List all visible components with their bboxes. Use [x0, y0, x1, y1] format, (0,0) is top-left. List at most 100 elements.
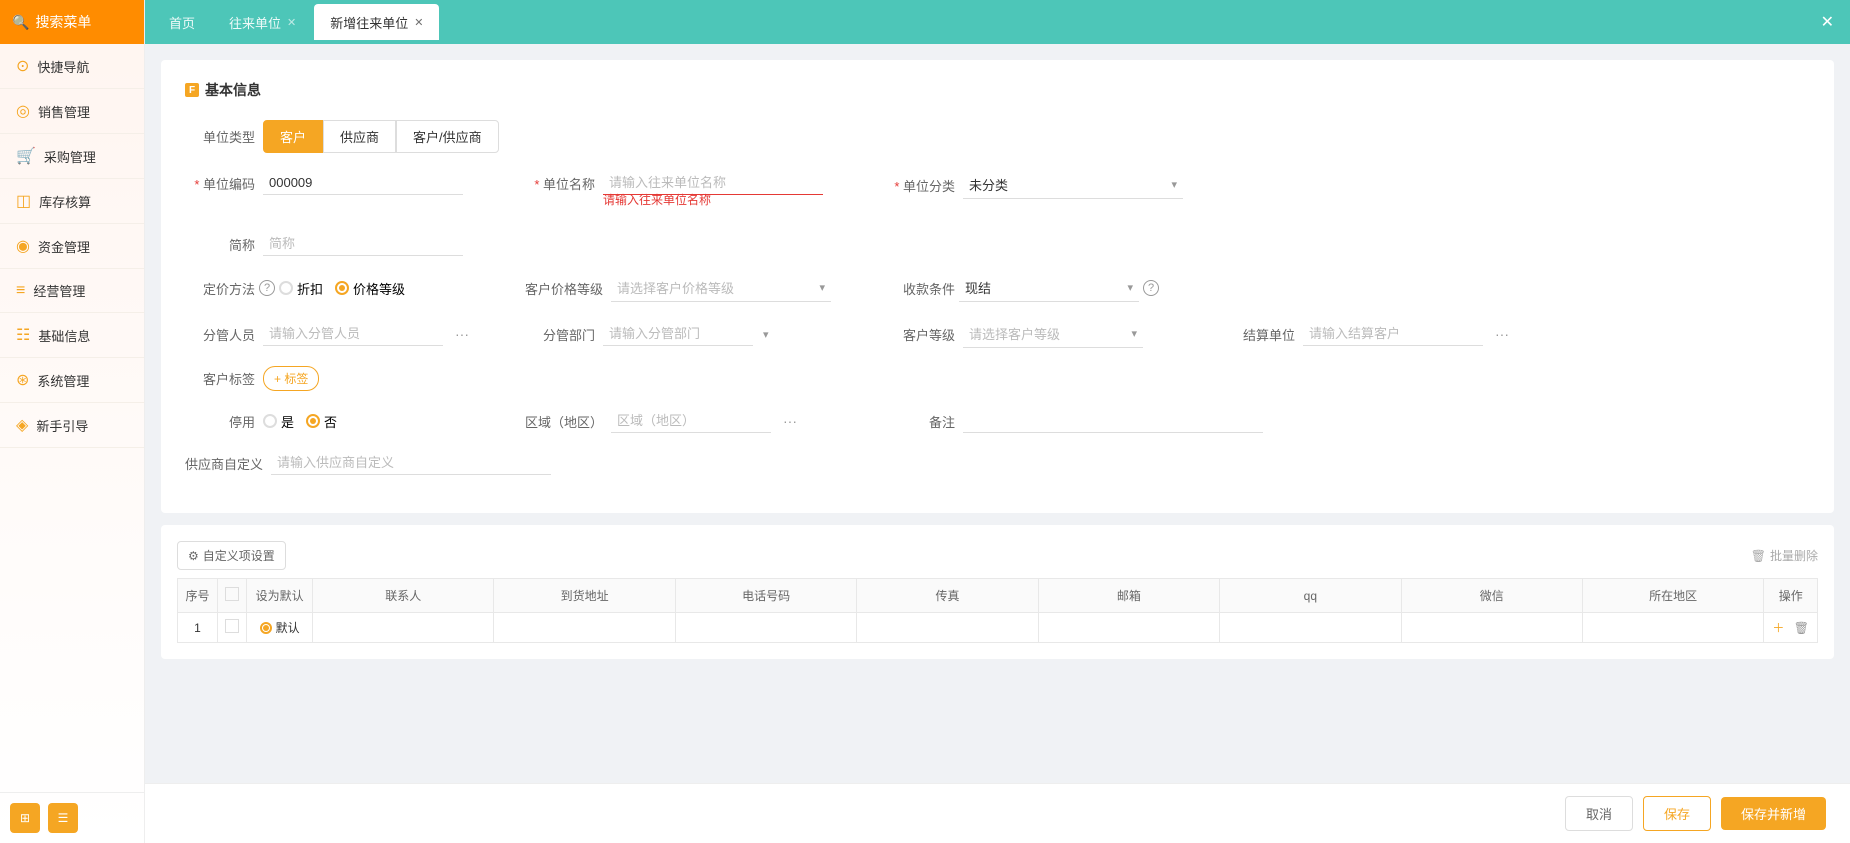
area-input-table[interactable]: [1589, 621, 1757, 635]
sidebar-item-purchase[interactable]: 🛒 采购管理: [0, 134, 144, 179]
address-input[interactable]: [500, 621, 668, 635]
supplier-custom-input[interactable]: [271, 451, 551, 475]
close-all-tabs[interactable]: ✕: [1813, 8, 1842, 36]
basic-info-icon: ☷: [16, 325, 30, 345]
department-label: 分管部门: [525, 325, 595, 344]
disabled-field: 停用 是 否: [185, 412, 525, 431]
sidebar-item-sales[interactable]: ◎ 销售管理: [0, 89, 144, 134]
batch-delete-button[interactable]: 🗑 批量删除: [1751, 547, 1818, 564]
wechat-input[interactable]: [1408, 621, 1576, 635]
sidebar-item-label: 系统管理: [37, 371, 89, 390]
cell-phone[interactable]: [675, 613, 856, 643]
save-button[interactable]: 保存: [1643, 796, 1711, 831]
manager-input[interactable]: [263, 322, 443, 346]
radio-price-level[interactable]: 价格等级: [335, 279, 405, 298]
add-row-icon[interactable]: ＋: [1772, 621, 1784, 635]
custom-settings-button[interactable]: ⚙ 自定义项设置: [177, 541, 286, 570]
remark-input[interactable]: [963, 409, 1263, 433]
unit-type-customer[interactable]: 客户: [263, 120, 323, 153]
contacts-table: 序号 设为默认 联系人 到货地址 电话号码 传真 邮箱 qq 微信 所在地区 操…: [177, 578, 1818, 643]
unit-category-select[interactable]: 未分类 ▾: [963, 171, 1183, 199]
row-checkbox[interactable]: [225, 619, 239, 633]
unit-code-field: 单位编码: [185, 171, 525, 195]
sidebar-item-system[interactable]: ⊛ 系统管理: [0, 358, 144, 403]
contact-input[interactable]: [319, 621, 487, 635]
cell-fax[interactable]: [857, 613, 1038, 643]
unit-type-both[interactable]: 客户/供应商: [396, 120, 499, 153]
section-title-icon: F: [185, 83, 199, 97]
cell-area[interactable]: [1582, 613, 1763, 643]
row-tag: 客户标签 + 标签: [185, 366, 1810, 391]
delete-row-icon[interactable]: 🗑: [1794, 621, 1809, 635]
department-field: 分管部门 ▾: [525, 322, 885, 346]
department-input[interactable]: [603, 322, 753, 346]
row-manager: 分管人员 ··· 分管部门 ▾ 客户等级 请选择客户等级 ▾: [185, 320, 1810, 348]
customer-price-level-select[interactable]: 请选择客户价格等级 ▾: [611, 274, 831, 302]
tab-new-partner[interactable]: 新增往来单位 ✕: [314, 4, 439, 40]
short-name-input[interactable]: [263, 232, 463, 256]
settlement-input[interactable]: [1303, 322, 1483, 346]
pricing-help-icon[interactable]: ?: [259, 280, 275, 296]
cancel-button[interactable]: 取消: [1565, 796, 1633, 831]
unit-type-supplier[interactable]: 供应商: [323, 120, 396, 153]
search-menu[interactable]: 🔍 搜索菜单: [0, 0, 144, 44]
area-input[interactable]: [611, 409, 771, 433]
radio-discount-label: 折扣: [297, 279, 323, 298]
tag-field: 客户标签 + 标签: [185, 366, 525, 391]
email-input[interactable]: [1045, 621, 1213, 635]
tab-home[interactable]: 首页: [153, 4, 211, 40]
short-name-label: 简称: [185, 235, 255, 254]
radio-discount[interactable]: 折扣: [279, 279, 323, 298]
sidebar-item-operations[interactable]: ≡ 经营管理: [0, 269, 144, 313]
add-tag-label: + 标签: [274, 370, 308, 387]
cell-default: 默认: [247, 613, 313, 643]
manager-more-icon[interactable]: ···: [455, 326, 469, 342]
tab-partners[interactable]: 往来单位 ✕: [213, 4, 312, 40]
sidebar-footer-btn-2[interactable]: ☰: [48, 803, 78, 833]
unit-code-input[interactable]: [263, 171, 463, 195]
sidebar-item-inventory[interactable]: ◫ 库存核算: [0, 179, 144, 224]
cell-wechat[interactable]: [1401, 613, 1582, 643]
area-more-icon[interactable]: ···: [783, 413, 797, 429]
radio-yes[interactable]: 是: [263, 412, 294, 431]
cell-email[interactable]: [1038, 613, 1219, 643]
cell-ops: ＋ 🗑: [1764, 613, 1818, 643]
table-toolbar: ⚙ 自定义项设置 🗑 批量删除: [177, 541, 1818, 570]
default-radio[interactable]: [260, 622, 272, 634]
payment-terms-select[interactable]: 现结 ▾: [959, 274, 1139, 302]
customer-level-select[interactable]: 请选择客户等级 ▾: [963, 320, 1143, 348]
sidebar-item-basic-info[interactable]: ☷ 基础信息: [0, 313, 144, 358]
sidebar-item-label: 经营管理: [33, 281, 85, 300]
cell-qq[interactable]: [1220, 613, 1401, 643]
sidebar-item-label: 采购管理: [44, 147, 96, 166]
select-all-checkbox[interactable]: [225, 587, 239, 601]
cell-contact[interactable]: [313, 613, 494, 643]
unit-category-value: 未分类: [969, 175, 1171, 194]
unit-category-arrow: ▾: [1171, 178, 1177, 191]
tab-partners-close[interactable]: ✕: [287, 16, 296, 29]
settlement-unit-field: 结算单位 ···: [1225, 322, 1810, 346]
sidebar-item-guide[interactable]: ◈ 新手引导: [0, 403, 144, 448]
phone-input[interactable]: [682, 621, 850, 635]
radio-yes-circle: [263, 414, 277, 428]
tab-new-partner-label: 新增往来单位: [330, 13, 408, 32]
radio-no[interactable]: 否: [306, 412, 337, 431]
payment-terms-arrow: ▾: [1127, 281, 1133, 294]
payment-terms-help-icon[interactable]: ?: [1143, 280, 1159, 296]
save-and-new-button[interactable]: 保存并新增: [1721, 797, 1826, 830]
sidebar-footer-btn-1[interactable]: ⊞: [10, 803, 40, 833]
fax-input[interactable]: [863, 621, 1031, 635]
add-tag-button[interactable]: + 标签: [263, 366, 319, 391]
qq-input[interactable]: [1226, 621, 1394, 635]
sidebar-item-label: 基础信息: [38, 326, 90, 345]
form-footer: 取消 保存 保存并新增: [145, 783, 1850, 843]
sidebar-item-finance[interactable]: ◉ 资金管理: [0, 224, 144, 269]
customer-price-level-field: 客户价格等级 请选择客户价格等级 ▾: [525, 274, 885, 302]
cell-address[interactable]: [494, 613, 675, 643]
remark-label: 备注: [885, 412, 955, 431]
row-disabled-area: 停用 是 否 区域（地区） ···: [185, 409, 1810, 433]
settlement-more-icon[interactable]: ···: [1495, 326, 1509, 342]
sidebar-item-quick-nav[interactable]: ⊙ 快捷导航: [0, 44, 144, 89]
tab-new-partner-close[interactable]: ✕: [414, 16, 423, 29]
manager-field: 分管人员 ···: [185, 322, 525, 346]
